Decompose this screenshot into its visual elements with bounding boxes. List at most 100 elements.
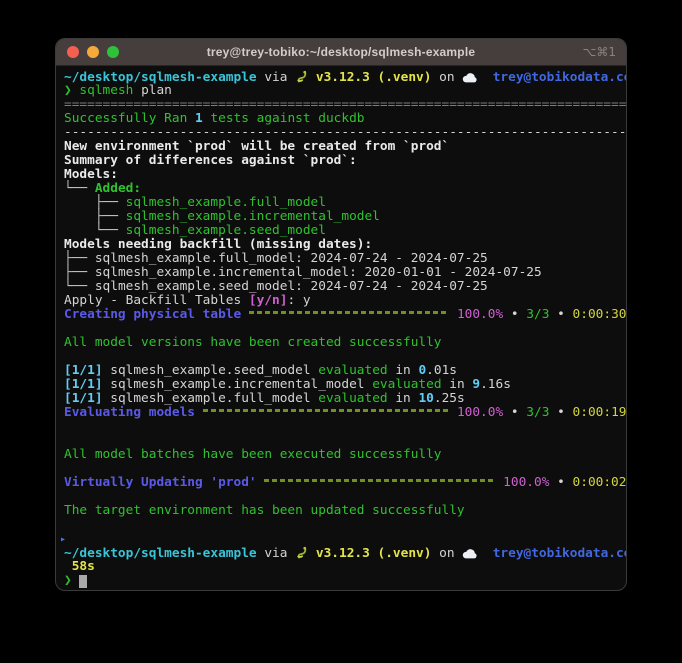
python-icon: [295, 546, 308, 561]
terminal-line: ├── sqlmesh_example.incremental_model: 2…: [64, 266, 626, 280]
terminal-text: •: [503, 307, 527, 322]
terminal-text: 3/3: [526, 307, 550, 322]
terminal-text: v3.12.3 (.venv): [315, 70, 432, 85]
terminal-text: ├──: [64, 265, 95, 280]
terminal-text: Successfully Ran: [64, 111, 195, 126]
terminal-text: .01s: [426, 363, 457, 378]
terminal-text: sqlmesh_example.full_model: [102, 391, 319, 406]
terminal-text: plan: [133, 83, 172, 98]
traffic-lights: [67, 39, 119, 65]
terminal-text: .16s: [480, 377, 511, 392]
terminal-line: 58s: [64, 560, 626, 574]
terminal-text: Virtually Updating 'prod': [64, 475, 265, 490]
terminal-text: [y/n]: [248, 293, 288, 308]
terminal-line: [1/1] sqlmesh_example.incremental_model …: [64, 378, 626, 392]
terminal-line: Models:: [64, 168, 626, 182]
terminal-text: v3.12.3 (.venv): [315, 546, 432, 561]
terminal-text: 0: [418, 363, 427, 378]
terminal-line: All model batches have been executed suc…: [64, 448, 626, 462]
terminal-text: in: [441, 377, 473, 392]
terminal-text: in: [387, 363, 419, 378]
title-bar[interactable]: trey@trey-tobiko:~/desktop/sqlmesh-examp…: [56, 39, 626, 66]
terminal-line: Apply - Backfill Tables [y/n]: y: [64, 294, 626, 308]
terminal-text: └──: [64, 223, 126, 238]
terminal-text: evaluated: [372, 377, 442, 392]
terminal-line: New environment `prod` will be created f…: [64, 140, 626, 154]
terminal-text: 0:00:19: [572, 405, 627, 420]
terminal-line: └── sqlmesh_example.seed_model: 2024-07-…: [64, 280, 626, 294]
terminal-text: tests against duckdb: [202, 111, 365, 126]
window-title: trey@trey-tobiko:~/desktop/sqlmesh-examp…: [206, 45, 476, 59]
terminal-text: •: [549, 475, 573, 490]
terminal-text: ├──: [64, 195, 126, 210]
terminal-text: 10: [418, 391, 434, 406]
terminal-line: ~/desktop/sqlmesh-example via v3.12.3 (.…: [64, 70, 627, 85]
terminal-text: └──: [64, 181, 95, 196]
terminal-text: [1/1]: [64, 377, 103, 392]
terminal-line: Summary of differences against `prod`:: [64, 154, 626, 168]
zoom-button[interactable]: [107, 46, 119, 58]
window-shortcut-badge: ⌥⌘1: [582, 45, 616, 59]
terminal-line: Creating physical table 100.0% • 3/3 • 0…: [64, 308, 626, 322]
terminal-text: •: [549, 405, 573, 420]
terminal-text: sqlmesh_example.seed_model: 2024-07-24 -…: [94, 279, 488, 294]
terminal-text: trey@tobikodata.com: [492, 70, 627, 85]
terminal-line: ❯: [64, 574, 626, 588]
terminal-text: ========================================…: [64, 97, 627, 112]
terminal-line: ----------------------------------------…: [64, 126, 626, 140]
terminal-line: ========================================…: [64, 98, 626, 112]
terminal-text: trey@tobikodata.com: [492, 546, 627, 561]
terminal-text: sqlmesh_example.full_model: [125, 195, 326, 210]
terminal-line: Evaluating models 100.0% • 3/3 • 0:00:19: [64, 406, 626, 420]
terminal-text: sqlmesh_example.incremental_model: [125, 209, 380, 224]
close-button[interactable]: [67, 46, 79, 58]
terminal-line: All model versions have been created suc…: [64, 336, 626, 350]
terminal-text: 100.0%: [503, 475, 550, 490]
terminal-text: The target environment has been updated …: [64, 503, 465, 518]
terminal-text: in: [387, 391, 419, 406]
python-icon: [295, 70, 308, 85]
terminal-line: ├── sqlmesh_example.full_model: 2024-07-…: [64, 252, 626, 266]
terminal-text: sqlmesh: [79, 83, 134, 98]
terminal-text: ❯: [64, 573, 80, 588]
terminal-text: All model batches have been executed suc…: [64, 447, 442, 462]
terminal-line: Virtually Updating 'prod' 100.0% • 0:00:…: [64, 476, 626, 490]
terminal-text: Summary of differences against `prod`:: [64, 153, 357, 168]
terminal-text: Creating physical table: [64, 307, 249, 322]
terminal-text: Models needing backfill (missing dates):: [64, 237, 373, 252]
minimize-button[interactable]: [87, 46, 99, 58]
progress-bar: [202, 409, 450, 412]
terminal-text: 58s: [64, 559, 95, 574]
terminal-text: Apply - Backfill Tables: [64, 293, 249, 308]
terminal-text: [1/1]: [64, 391, 103, 406]
terminal-text: : y: [287, 293, 311, 308]
terminal-line: ❯ sqlmesh plan: [64, 84, 626, 98]
terminal-line: Models needing backfill (missing dates):: [64, 238, 626, 252]
terminal-screen[interactable]: ~/desktop/sqlmesh-example via v3.12.3 (.…: [56, 66, 626, 588]
terminal-text: •: [549, 307, 573, 322]
terminal-text: [1/1]: [64, 363, 103, 378]
terminal-text: ├──: [64, 209, 126, 224]
terminal-cursor: [79, 575, 88, 588]
terminal-text: 3/3: [526, 405, 550, 420]
terminal-text: via: [256, 70, 296, 85]
terminal-text: All model versions have been created suc…: [64, 335, 442, 350]
terminal-text: ----------------------------------------…: [64, 125, 627, 140]
terminal-text: sqlmesh_example.seed_model: [125, 223, 326, 238]
terminal-text: sqlmesh_example.seed_model: [102, 363, 319, 378]
terminal-line: └── Added:: [64, 182, 626, 196]
terminal-line: └── sqlmesh_example.seed_model: [64, 224, 626, 238]
terminal-line: [1/1] sqlmesh_example.seed_model evaluat…: [64, 364, 626, 378]
